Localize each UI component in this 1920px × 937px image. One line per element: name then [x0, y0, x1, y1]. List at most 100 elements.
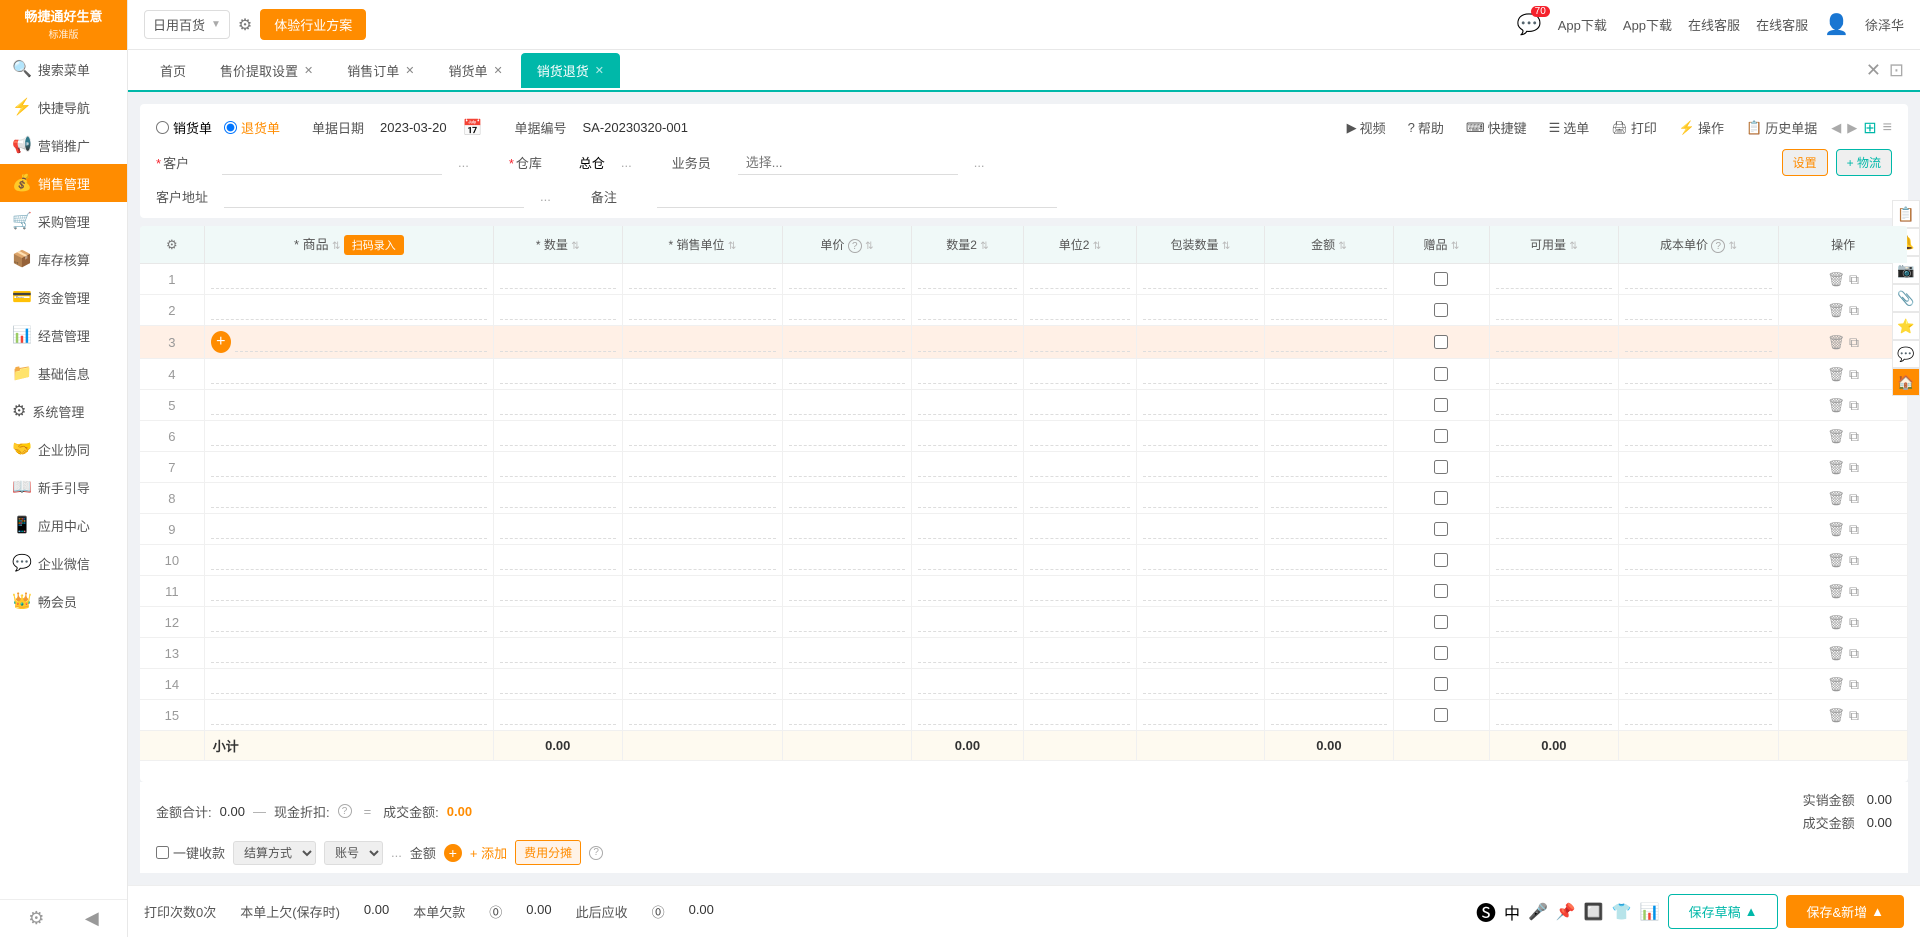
product-input-2[interactable] — [235, 332, 487, 352]
amount-input-10[interactable] — [1271, 581, 1387, 601]
pkg-input-1[interactable] — [1143, 300, 1259, 320]
qty2-input-6[interactable] — [918, 457, 1017, 477]
sort-pkg-icon[interactable]: ⇅ — [1222, 241, 1230, 252]
price-input-11[interactable] — [789, 612, 905, 632]
tab-1[interactable]: 售价提取设置✕ — [204, 53, 329, 88]
cost-input-7[interactable] — [1625, 488, 1773, 508]
qty2-input-10[interactable] — [918, 581, 1017, 601]
fee-info-icon[interactable]: ? — [589, 846, 603, 860]
cost-input-2[interactable] — [1625, 332, 1773, 352]
unit-input-14[interactable] — [629, 705, 777, 725]
price-input-9[interactable] — [789, 550, 905, 570]
table-icon[interactable]: 🔲 — [1584, 902, 1604, 922]
shirt-icon[interactable]: 👕 — [1612, 902, 1632, 922]
amount-input-6[interactable] — [1271, 457, 1387, 477]
sidebar-item-0[interactable]: 🔍搜索菜单 — [0, 50, 127, 88]
qty2-input-3[interactable] — [918, 364, 1017, 384]
customer-dots[interactable]: ... — [458, 155, 469, 170]
amount-input-0[interactable] — [1271, 269, 1387, 289]
help-btn[interactable]: ?帮助 — [1400, 114, 1452, 141]
cost-input-4[interactable] — [1625, 395, 1773, 415]
save-draft-btn[interactable]: 保存草稿 ▲ — [1668, 894, 1779, 929]
table-wrap[interactable]: ⚙ * 商品 ⇅ 扫码录入 * 数量 ⇅ * 销售单位 ⇅ 单价 ? ⇅ 数量2… — [140, 226, 1908, 782]
avail-input-10[interactable] — [1496, 581, 1612, 601]
qty-input-10[interactable] — [500, 581, 616, 601]
unit2-input-12[interactable] — [1030, 643, 1129, 663]
unit-input-7[interactable] — [629, 488, 777, 508]
unit-input-8[interactable] — [629, 519, 777, 539]
unit2-input-0[interactable] — [1030, 269, 1129, 289]
gift-check-7[interactable] — [1434, 491, 1448, 505]
amount-input-5[interactable] — [1271, 426, 1387, 446]
cost-input-14[interactable] — [1625, 705, 1773, 725]
copy-btn-10[interactable]: ⧉ — [1849, 583, 1859, 600]
unit-input-4[interactable] — [629, 395, 777, 415]
video-btn[interactable]: ▶视频 — [1339, 114, 1394, 141]
price-input-10[interactable] — [789, 581, 905, 601]
qty-input-13[interactable] — [500, 674, 616, 694]
tab-4[interactable]: 销货退货✕ — [521, 53, 620, 88]
pkg-input-3[interactable] — [1143, 364, 1259, 384]
cost-input-5[interactable] — [1625, 426, 1773, 446]
sort-cost-icon[interactable]: ⇅ — [1729, 241, 1737, 252]
qty2-input-9[interactable] — [918, 550, 1017, 570]
product-input-10[interactable] — [211, 581, 487, 601]
grid-view-icon[interactable]: ⊞ — [1863, 118, 1876, 138]
product-input-5[interactable] — [211, 426, 487, 446]
unit2-input-9[interactable] — [1030, 550, 1129, 570]
product-input-7[interactable] — [211, 488, 487, 508]
unit2-input-6[interactable] — [1030, 457, 1129, 477]
amount-input-8[interactable] — [1271, 519, 1387, 539]
qty2-input-11[interactable] — [918, 612, 1017, 632]
copy-btn-12[interactable]: ⧉ — [1849, 645, 1859, 662]
cost-input-13[interactable] — [1625, 674, 1773, 694]
right-panel-btn-1[interactable]: 📋 — [1892, 200, 1920, 228]
list-view-icon[interactable]: ≡ — [1883, 119, 1892, 137]
price-input-7[interactable] — [789, 488, 905, 508]
online-service-label[interactable]: 在线客服 — [1756, 15, 1808, 34]
pkg-input-4[interactable] — [1143, 395, 1259, 415]
qty2-input-13[interactable] — [918, 674, 1017, 694]
unit-input-3[interactable] — [629, 364, 777, 384]
gift-check-6[interactable] — [1434, 460, 1448, 474]
delete-btn-6[interactable]: 🗑 — [1827, 459, 1845, 476]
gift-check-10[interactable] — [1434, 584, 1448, 598]
price-input-1[interactable] — [789, 300, 905, 320]
copy-btn-8[interactable]: ⧉ — [1849, 521, 1859, 538]
qty2-input-4[interactable] — [918, 395, 1017, 415]
next-icon[interactable]: ▶ — [1847, 120, 1857, 136]
gift-check-13[interactable] — [1434, 677, 1448, 691]
remarks-input[interactable] — [657, 184, 1057, 208]
qty-input-1[interactable] — [500, 300, 616, 320]
qty-input-7[interactable] — [500, 488, 616, 508]
amount-input-3[interactable] — [1271, 364, 1387, 384]
gift-check-12[interactable] — [1434, 646, 1448, 660]
radio-return-input[interactable] — [224, 121, 237, 134]
sidebar-item-12[interactable]: 📱应用中心 — [0, 506, 127, 544]
one-key-pay-check[interactable]: 一键收款 — [156, 843, 225, 862]
pkg-input-5[interactable] — [1143, 426, 1259, 446]
product-input-0[interactable] — [211, 269, 487, 289]
product-input-13[interactable] — [211, 674, 487, 694]
sidebar-item-5[interactable]: 📦库存核算 — [0, 240, 127, 278]
qty2-input-0[interactable] — [918, 269, 1017, 289]
qty2-input-5[interactable] — [918, 426, 1017, 446]
avail-input-5[interactable] — [1496, 426, 1612, 446]
cost-info-icon[interactable]: ? — [1711, 239, 1725, 253]
sort-product-icon[interactable]: ⇅ — [332, 241, 340, 252]
copy-btn-1[interactable]: ⧉ — [1849, 302, 1859, 319]
amount-input-12[interactable] — [1271, 643, 1387, 663]
product-input-14[interactable] — [211, 705, 487, 725]
amount-input-4[interactable] — [1271, 395, 1387, 415]
cost-input-10[interactable] — [1625, 581, 1773, 601]
setting-btn[interactable]: 设置 — [1782, 149, 1828, 176]
delete-btn-13[interactable]: 🗑 — [1827, 676, 1845, 693]
close-all-tabs-icon[interactable]: ✕ — [1866, 60, 1881, 81]
th-setting[interactable]: ⚙ — [140, 226, 204, 264]
tab-close-4[interactable]: ✕ — [595, 64, 604, 77]
sort-qty2-icon[interactable]: ⇅ — [980, 241, 988, 252]
delete-btn-14[interactable]: 🗑 — [1827, 707, 1845, 724]
pin-icon[interactable]: 📌 — [1556, 902, 1576, 922]
fee-split-tag[interactable]: 费用分摊 — [515, 840, 581, 865]
calc-method-select[interactable]: 结算方式 — [233, 841, 316, 865]
